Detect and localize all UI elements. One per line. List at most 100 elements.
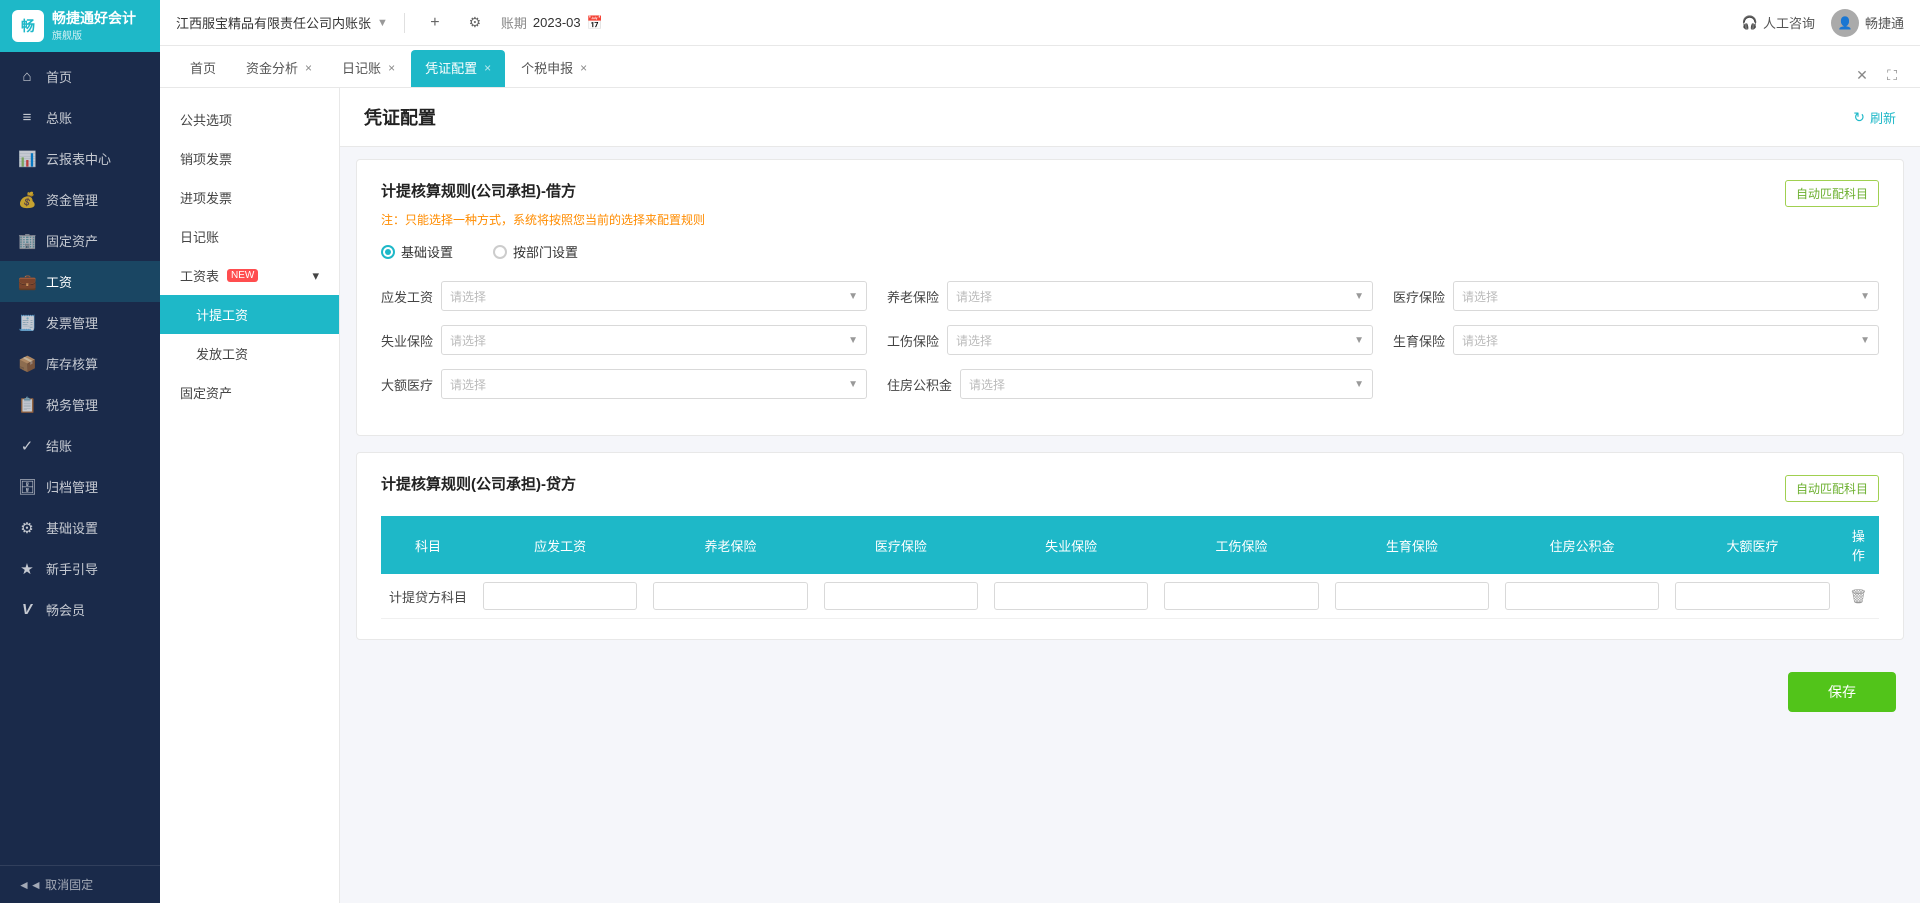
medical-select[interactable]: 请选择 ▼ xyxy=(1453,281,1879,311)
maternity-arrow: ▼ xyxy=(1860,335,1870,346)
tabbar-actions: ✕ ⛶ xyxy=(1850,63,1904,87)
credit-auto-match-button[interactable]: 自动匹配科目 xyxy=(1785,475,1879,502)
unemployment-select[interactable]: 请选择 ▼ xyxy=(441,325,867,355)
inventory-icon: 📦 xyxy=(18,355,36,373)
row-action-cell: 🗑 xyxy=(1838,574,1879,619)
period-label: 账期 xyxy=(501,13,527,32)
sidebar-item-home[interactable]: ⌂ 首页 xyxy=(0,56,160,97)
tab-journal[interactable]: 日记账 × xyxy=(328,50,409,87)
row-work-injury-input[interactable] xyxy=(1164,582,1318,610)
sidebar-item-invoice[interactable]: 🧾 发票管理 xyxy=(0,302,160,343)
sidebar-item-assets[interactable]: 🏢 固定资产 xyxy=(0,220,160,261)
radio-basic[interactable]: 基础设置 xyxy=(381,242,453,261)
tab-funds[interactable]: 资金分析 × xyxy=(232,50,326,87)
user-menu[interactable]: 👤 畅捷通 xyxy=(1831,9,1904,37)
delete-row-button[interactable]: 🗑 xyxy=(1849,588,1867,605)
credit-section-title: 计提核算规则(公司承担)-贷方 xyxy=(381,473,576,494)
sidebar-logo[interactable]: 畅 畅捷通好会计 旗舰版 xyxy=(0,0,160,52)
sidebar-item-inventory[interactable]: 📦 库存核算 xyxy=(0,343,160,384)
sidebar-item-member[interactable]: V 畅会员 xyxy=(0,589,160,630)
row-big-medical-input[interactable] xyxy=(1675,582,1829,610)
headset-icon: 🎧 xyxy=(1742,15,1758,31)
sidebar: 畅 畅捷通好会计 旗舰版 ⌂ 首页 ≡ 总账 📊 云报表中心 💰 资金管理 🏢 … xyxy=(0,0,160,903)
debit-auto-match-button[interactable]: 自动匹配科目 xyxy=(1785,180,1879,207)
tab-tax[interactable]: 个税申报 × xyxy=(507,50,601,87)
tab-home[interactable]: 首页 xyxy=(176,50,230,87)
save-button[interactable]: 保存 xyxy=(1788,672,1896,712)
work-injury-select[interactable]: 请选择 ▼ xyxy=(947,325,1373,355)
maternity-select[interactable]: 请选择 ▼ xyxy=(1453,325,1879,355)
add-company-button[interactable]: + xyxy=(421,9,449,37)
settings-gear-button[interactable]: ⚙ xyxy=(461,9,489,37)
content-area: 公共选项 销项发票 进项发票 日记账 工资表 NEW ▾ 计提工资 xyxy=(160,88,1920,903)
left-menu-public[interactable]: 公共选项 xyxy=(160,100,339,139)
housing-fund-select[interactable]: 请选择 ▼ xyxy=(960,369,1373,399)
row-medical-input[interactable] xyxy=(824,582,978,610)
close-all-tabs-button[interactable]: ✕ xyxy=(1850,63,1874,87)
row-maternity-input-cell xyxy=(1327,574,1497,619)
row-pension-input[interactable] xyxy=(653,582,807,610)
field-apply-salary: 应发工资 请选择 ▼ xyxy=(381,281,867,311)
sidebar-item-reports[interactable]: 📊 云报表中心 xyxy=(0,138,160,179)
tab-tax-close[interactable]: × xyxy=(580,61,587,75)
calendar-icon[interactable]: 📅 xyxy=(587,15,603,31)
sidebar-item-ledger[interactable]: ≡ 总账 xyxy=(0,97,160,138)
sidebar-item-funds[interactable]: 💰 资金管理 xyxy=(0,179,160,220)
left-menu-calc-salary[interactable]: 计提工资 xyxy=(160,295,339,334)
tab-funds-close[interactable]: × xyxy=(305,61,312,75)
tab-voucher-close[interactable]: × xyxy=(484,61,491,75)
maternity-label: 生育保险 xyxy=(1393,331,1445,350)
sidebar-unpin[interactable]: ◄◄ 取消固定 xyxy=(0,865,160,903)
sidebar-item-guide[interactable]: ★ 新手引导 xyxy=(0,548,160,589)
row-unemployment-input[interactable] xyxy=(994,582,1148,610)
tab-journal-label: 日记账 xyxy=(342,58,381,77)
left-menu-fixed-assets-label: 固定资产 xyxy=(180,383,232,402)
refresh-button[interactable]: ↻ 刷新 xyxy=(1853,108,1896,127)
field-medical: 医疗保险 请选择 ▼ xyxy=(1393,281,1879,311)
medical-label: 医疗保险 xyxy=(1393,287,1445,306)
left-menu-calc-salary-label: 计提工资 xyxy=(196,305,248,324)
sidebar-item-salary[interactable]: 💼 工资 xyxy=(0,261,160,302)
row-maternity-input[interactable] xyxy=(1335,582,1489,610)
left-menu-salary-table[interactable]: 工资表 NEW ▾ xyxy=(160,256,339,295)
row-housing-fund-input[interactable] xyxy=(1505,582,1659,610)
pension-label: 养老保险 xyxy=(887,287,939,306)
work-injury-arrow: ▼ xyxy=(1354,335,1364,346)
field-work-injury: 工伤保险 请选择 ▼ xyxy=(887,325,1373,355)
salary-icon: 💼 xyxy=(18,273,36,291)
left-menu-pay-salary-label: 发放工资 xyxy=(196,344,248,363)
maximize-button[interactable]: ⛶ xyxy=(1880,63,1904,87)
left-menu-purchase-invoice[interactable]: 进项发票 xyxy=(160,178,339,217)
tab-voucher[interactable]: 凭证配置 × xyxy=(411,50,505,87)
big-medical-select[interactable]: 请选择 ▼ xyxy=(441,369,867,399)
sidebar-item-settings[interactable]: ⚙ 基础设置 xyxy=(0,507,160,548)
service-button[interactable]: 🎧 人工咨询 xyxy=(1742,13,1815,32)
tab-journal-close[interactable]: × xyxy=(388,61,395,75)
left-menu-pay-salary[interactable]: 发放工资 xyxy=(160,334,339,373)
apply-salary-select[interactable]: 请选择 ▼ xyxy=(441,281,867,311)
row-apply-salary-input[interactable] xyxy=(483,582,637,610)
apply-salary-label: 应发工资 xyxy=(381,287,433,306)
tab-funds-label: 资金分析 xyxy=(246,58,298,77)
save-section: 保存 xyxy=(340,656,1920,728)
radio-basic-label: 基础设置 xyxy=(401,242,453,261)
radio-department[interactable]: 按部门设置 xyxy=(493,242,578,261)
sidebar-item-tax[interactable]: 📋 税务管理 xyxy=(0,384,160,425)
medical-arrow: ▼ xyxy=(1860,291,1870,302)
col-big-medical: 大额医疗 xyxy=(1667,516,1837,574)
sidebar-item-label: 新手引导 xyxy=(46,559,98,578)
unemployment-placeholder: 请选择 xyxy=(450,332,486,349)
company-name: 江西服宝精品有限责任公司内账张 xyxy=(176,13,371,32)
sidebar-item-label: 畅会员 xyxy=(46,600,85,619)
user-name: 畅捷通 xyxy=(1865,13,1904,32)
work-injury-placeholder: 请选择 xyxy=(956,332,992,349)
sidebar-item-settle[interactable]: ✓ 结账 xyxy=(0,425,160,466)
left-menu-journal[interactable]: 日记账 xyxy=(160,217,339,256)
pension-select[interactable]: 请选择 ▼ xyxy=(947,281,1373,311)
sidebar-item-archive[interactable]: 🗄 归档管理 xyxy=(0,466,160,507)
company-selector[interactable]: 江西服宝精品有限责任公司内账张 ▼ xyxy=(176,13,388,32)
left-menu-sales-invoice[interactable]: 销项发票 xyxy=(160,139,339,178)
sidebar-item-label: 发票管理 xyxy=(46,313,98,332)
col-unemployment: 失业保险 xyxy=(986,516,1156,574)
left-menu-fixed-assets[interactable]: 固定资产 xyxy=(160,373,339,412)
